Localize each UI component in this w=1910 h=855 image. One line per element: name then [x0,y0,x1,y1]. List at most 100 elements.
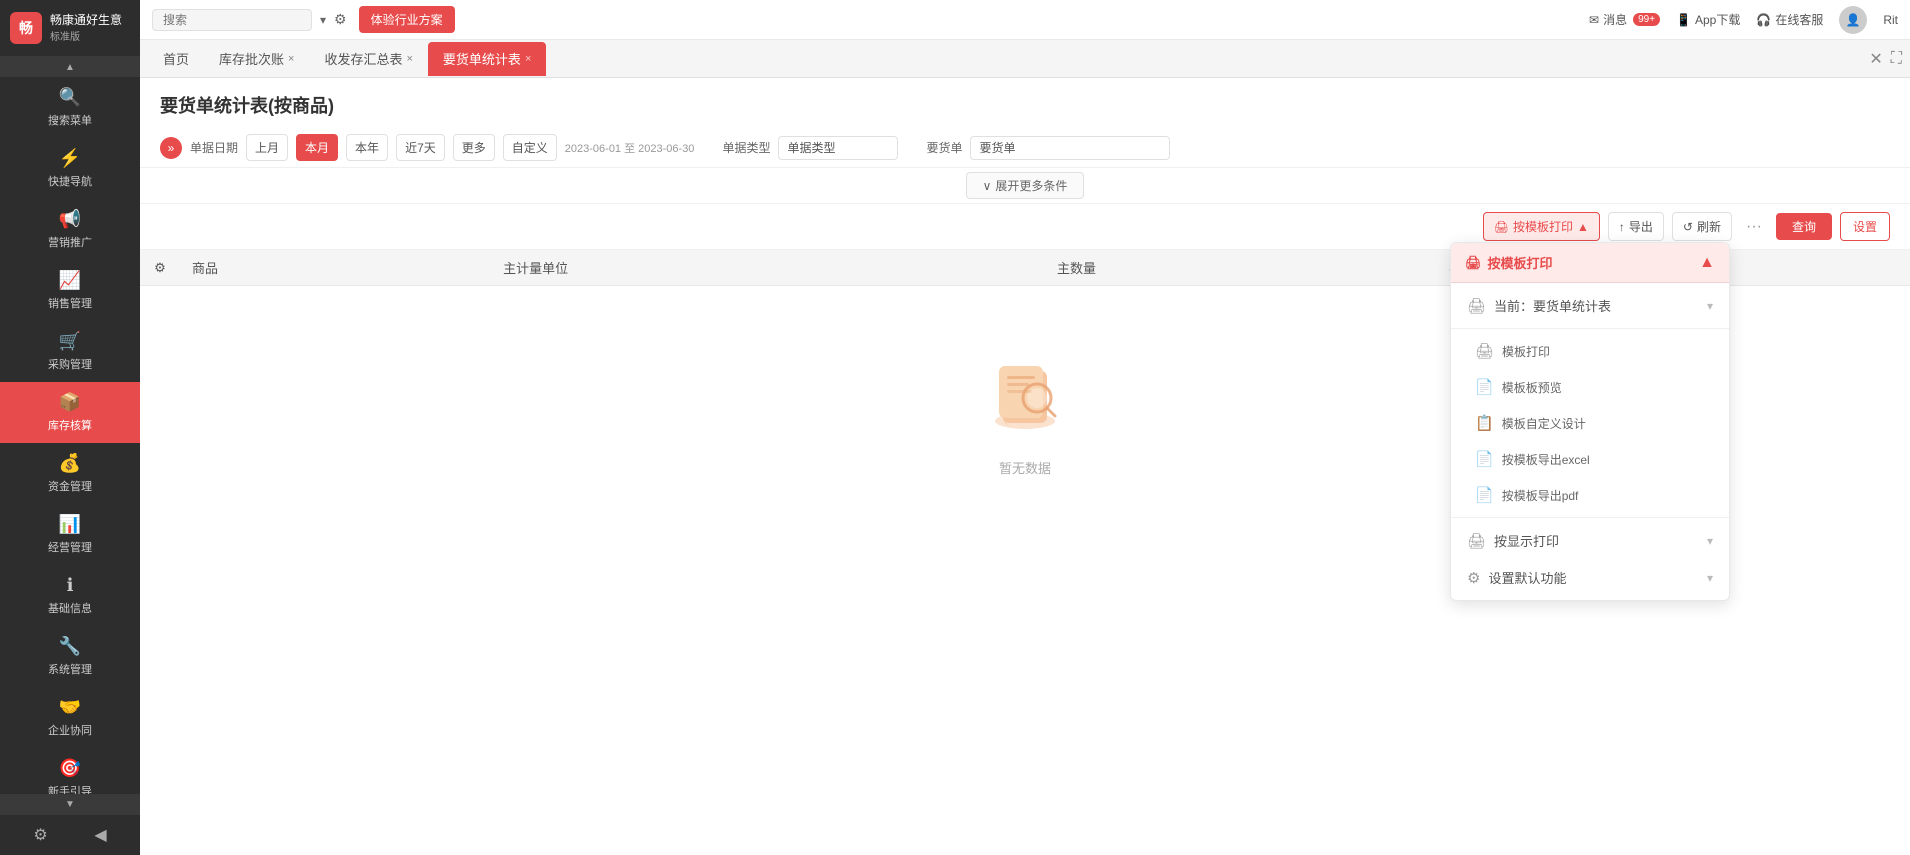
topbar-search-input[interactable] [152,9,312,31]
template-export-pdf-item[interactable]: 📄 按模板导出pdf [1451,477,1729,513]
date-btn-this-year[interactable]: 本年 [346,134,388,161]
table-th-settings[interactable]: ⚙ [140,250,180,286]
query-btn[interactable]: 查询 [1776,213,1832,240]
template-export-excel-item[interactable]: 📄 按模板导出excel [1451,441,1729,477]
current-template-icon: 🖨 [1467,297,1486,315]
template-print-left: 🖨 模板打印 [1475,342,1550,360]
sidebar-label-enterprise: 企业协同 [48,722,92,738]
tab-order-stats[interactable]: 要货单统计表 × [428,42,546,76]
app-name: 畅康通好生意 [50,13,122,29]
type-filter-select[interactable]: 单据类型 要货单 [778,136,898,160]
date-btn-custom[interactable]: 自定义 [503,134,557,161]
expand-more-icon: ∨ [983,179,992,193]
expand-more-btn[interactable]: ∨ 展开更多条件 [966,172,1085,199]
tab-order-stats-close[interactable]: × [525,53,531,65]
enterprise-icon: 🤝 [59,697,81,718]
online-service-btn[interactable]: 🎧 在线客服 [1756,11,1823,28]
sidebar-label-operations: 经营管理 [48,539,92,555]
sidebar-item-finance[interactable]: 💰 资金管理 [0,443,140,504]
template-export-excel-label: 按模板导出excel [1502,451,1590,468]
order-category-select[interactable]: 要货单 [970,136,1170,160]
date-btn-more[interactable]: 更多 [453,134,495,161]
window-close-btn[interactable]: ✕ [1869,49,1882,69]
print-current-template[interactable]: 🖨 当前：要货单统计表 ▾ [1451,287,1729,324]
template-preview-left: 📄 模板板预览 [1475,378,1562,396]
template-print-item[interactable]: 🖨 模板打印 [1451,333,1729,369]
dropdown-divider-2 [1451,517,1729,518]
display-print-item[interactable]: 🖨 按显示打印 ▾ [1451,522,1729,559]
sidebar-item-beginner[interactable]: 🎯 新手引导 [0,748,140,794]
date-btn-last-month[interactable]: 上月 [246,134,288,161]
sidebar-item-marketing[interactable]: 📢 营销推广 [0,199,140,260]
basic-info-icon: ℹ [67,575,74,596]
sidebar-item-quick-nav[interactable]: ⚡ 快捷导航 [0,138,140,199]
expand-icon: » [168,141,175,155]
template-custom-item[interactable]: 📋 模板自定义设计 [1451,405,1729,441]
template-export-pdf-icon: 📄 [1475,486,1494,504]
date-btn-7days[interactable]: 近7天 [396,134,445,161]
sidebar-label-basic-info: 基础信息 [48,600,92,616]
sales-icon: 📈 [59,270,81,291]
sidebar-label-quick-nav: 快捷导航 [48,173,92,189]
sidebar-item-sales[interactable]: 📈 销售管理 [0,260,140,321]
sidebar-item-inventory[interactable]: 📦 库存核算 [0,382,140,443]
sidebar-item-operations[interactable]: 📊 经营管理 [0,504,140,565]
topbar-dropdown-icon[interactable]: ▾ [320,13,326,27]
sidebar: 畅 畅康通好生意 标准版 ▲ 🔍 搜索菜单 ⚡ 快捷导航 📢 营销推广 📈 销售… [0,0,140,855]
print-btn[interactable]: 🖨 按模板打印 ▲ [1483,212,1600,241]
sidebar-item-purchase[interactable]: 🛒 采购管理 [0,321,140,382]
topbar: ▾ ⚙ 体验行业方案 ✉ 消息 99+ 📱 App下载 🎧 在线客服 👤 Rit [140,0,1910,40]
set-default-left: ⚙ 设置默认功能 [1467,568,1566,587]
more-options-btn[interactable]: ··· [1740,216,1768,238]
app-download-label: App下载 [1695,11,1740,28]
user-avatar[interactable]: 👤 [1839,6,1867,34]
message-label: 消息 [1603,11,1627,28]
app-download-btn[interactable]: 📱 App下载 [1676,11,1740,28]
refresh-btn[interactable]: ↺ 刷新 [1672,212,1732,241]
tab-inventory-batch-close[interactable]: × [288,53,294,65]
settings-btn[interactable]: 设置 [1840,212,1890,241]
template-preview-item[interactable]: 📄 模板板预览 [1451,369,1729,405]
export-icon: ↑ [1619,220,1625,234]
finance-icon: 💰 [59,453,81,474]
message-btn[interactable]: ✉ 消息 99+ [1589,11,1660,28]
tab-collection-summary-close[interactable]: × [406,53,412,65]
tab-collection-summary[interactable]: 收发存汇总表 × [309,42,427,76]
footer-collapse-icon[interactable]: ◀ [94,825,106,845]
sidebar-scroll-up[interactable]: ▲ [0,57,140,77]
table-th-product: 商品 [180,250,491,286]
print-label: 按模板打印 [1513,218,1573,235]
sidebar-label-finance: 资金管理 [48,478,92,494]
template-export-pdf-label: 按模板导出pdf [1502,487,1579,504]
set-default-item[interactable]: ⚙ 设置默认功能 ▾ [1451,559,1729,596]
logo-icon: 畅 [10,12,42,44]
template-custom-left: 📋 模板自定义设计 [1475,414,1586,432]
print-dropdown-close-btn[interactable]: ▲ [1699,254,1715,272]
sidebar-scroll-down[interactable]: ▼ [0,794,140,814]
operations-icon: 📊 [59,514,81,535]
footer-settings-icon[interactable]: ⚙ [33,825,47,845]
date-btn-this-month[interactable]: 本月 [296,134,338,161]
filter-expand-btn[interactable]: » [160,137,182,159]
empty-state-label: 暂无数据 [999,458,1051,477]
export-btn[interactable]: ↑ 导出 [1608,212,1664,241]
dropdown-divider-1 [1451,328,1729,329]
main-area: ▾ ⚙ 体验行业方案 ✉ 消息 99+ 📱 App下载 🎧 在线客服 👤 Rit… [140,0,1910,855]
tab-inventory-batch[interactable]: 库存批次账 × [204,42,309,76]
template-custom-icon: 📋 [1475,414,1494,432]
sidebar-item-enterprise[interactable]: 🤝 企业协同 [0,687,140,748]
sidebar-item-basic-info[interactable]: ℹ 基础信息 [0,565,140,626]
industry-btn[interactable]: 体验行业方案 [359,6,455,33]
table-th-unit: 主计量单位 [491,250,1045,286]
tab-home[interactable]: 首页 [148,42,204,76]
online-service-label: 在线客服 [1775,11,1823,28]
sidebar-label-system: 系统管理 [48,661,92,677]
sidebar-item-search[interactable]: 🔍 搜索菜单 [0,77,140,138]
topbar-gear-icon[interactable]: ⚙ [334,11,347,28]
search-icon: 🔍 [59,87,81,108]
sidebar-item-system[interactable]: 🔧 系统管理 [0,626,140,687]
user-name: Rit [1883,13,1898,27]
display-print-icon: 🖨 [1467,532,1486,550]
window-maximize-btn[interactable]: ⛶ [1891,50,1902,68]
tabbar: 首页 库存批次账 × 收发存汇总表 × 要货单统计表 × ✕ ⛶ [140,40,1910,78]
